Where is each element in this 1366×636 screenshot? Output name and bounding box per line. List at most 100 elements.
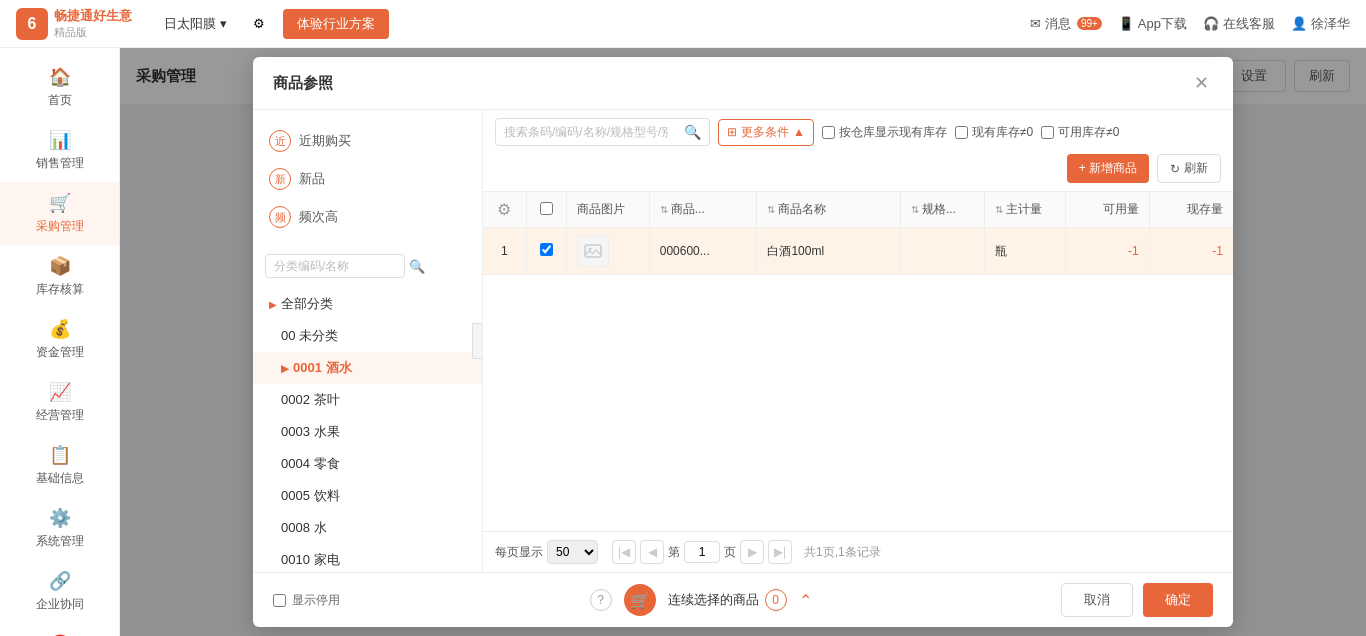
- chevron-down-icon: ▾: [220, 16, 227, 31]
- category-0010-label: 0010 家电: [281, 551, 340, 569]
- username-label: 徐泽华: [1311, 15, 1350, 33]
- sidebar-item-guide[interactable]: 🎯 新手引导: [0, 623, 119, 636]
- experience-btn[interactable]: 体验行业方案: [283, 9, 389, 39]
- modal-close-button[interactable]: ✕: [1189, 71, 1213, 95]
- last-page-btn[interactable]: ▶|: [768, 540, 792, 564]
- refresh-products-btn[interactable]: ↻ 刷新: [1157, 154, 1221, 183]
- by-warehouse-checkbox[interactable]: [822, 126, 835, 139]
- classify-search-input[interactable]: [265, 254, 405, 278]
- page-navigation: |◀ ◀ 第 页 ▶ ▶| 共1页,1条记录: [612, 540, 881, 564]
- category-0008-label: 0008 水: [281, 519, 327, 537]
- filter-icon: ⊞: [727, 125, 737, 139]
- cart-button[interactable]: 🛒: [624, 584, 656, 616]
- category-0001[interactable]: ▶ 0001 酒水: [253, 352, 482, 384]
- page-number-input[interactable]: [684, 541, 720, 563]
- category-0008[interactable]: 0008 水: [253, 512, 482, 544]
- sidebar-label-purchase: 采购管理: [36, 218, 84, 235]
- collapse-footer-btn[interactable]: ⌃: [799, 591, 812, 610]
- recent-buy-filter[interactable]: 近 近期购买: [253, 122, 482, 160]
- product-table: ⚙ 商品图片: [483, 192, 1233, 275]
- nav-selector-label: 日太阳膜: [164, 15, 216, 33]
- table-settings-icon[interactable]: ⚙: [497, 201, 511, 218]
- product-search-input[interactable]: [496, 120, 676, 144]
- th-stock-label: 现存量: [1187, 202, 1223, 216]
- category-0001-label: 0001 酒水: [293, 359, 352, 377]
- add-product-btn[interactable]: + 新增商品: [1067, 154, 1149, 183]
- logo-name: 畅捷通好生意: [54, 7, 132, 25]
- collapse-left-panel-btn[interactable]: 《: [472, 323, 483, 359]
- cell-checkbox[interactable]: [526, 228, 567, 275]
- sort-icon-code: ⇅: [660, 204, 668, 215]
- page-size-label: 每页显示: [495, 544, 543, 561]
- nav-selector[interactable]: 日太阳膜 ▾: [156, 11, 235, 37]
- messages-btn[interactable]: ✉ 消息 99+: [1030, 15, 1102, 33]
- category-0004[interactable]: 0004 零食: [253, 448, 482, 480]
- settings-icon[interactable]: ⚙: [247, 12, 271, 36]
- th-spec[interactable]: ⇅ 规格...: [900, 192, 984, 228]
- category-0002[interactable]: 0002 茶叶: [253, 384, 482, 416]
- th-settings[interactable]: ⚙: [483, 192, 526, 228]
- page-size-select[interactable]: 50 10 20 100: [547, 540, 598, 564]
- avatar-icon: 👤: [1291, 16, 1307, 31]
- sidebar-item-inventory[interactable]: 📦 库存核算: [0, 245, 119, 308]
- freq-high-filter[interactable]: 频 频次高: [253, 198, 482, 236]
- th-unit[interactable]: ⇅ 主计量: [984, 192, 1065, 228]
- first-page-btn[interactable]: |◀: [612, 540, 636, 564]
- sort-icon-unit: ⇅: [995, 204, 1003, 215]
- sidebar-label-inventory: 库存核算: [36, 281, 84, 298]
- top-nav: 6 畅捷通好生意 精品版 日太阳膜 ▾ ⚙ 体验行业方案 ✉ 消息 99+ 📱 …: [0, 0, 1366, 48]
- sidebar-item-purchase[interactable]: 🛒 采购管理: [0, 182, 119, 245]
- svg-rect-0: [585, 245, 601, 257]
- prev-page-btn[interactable]: ◀: [640, 540, 664, 564]
- svg-point-1: [589, 248, 592, 251]
- category-0005[interactable]: 0005 饮料: [253, 480, 482, 512]
- table-row[interactable]: 1: [483, 228, 1233, 275]
- sidebar-item-enterprise[interactable]: 🔗 企业协同: [0, 560, 119, 623]
- sidebar-item-system[interactable]: ⚙️ 系统管理: [0, 497, 119, 560]
- next-page-btn[interactable]: ▶: [740, 540, 764, 564]
- basic-info-icon: 📋: [49, 444, 71, 466]
- cell-no: 1: [483, 228, 526, 275]
- help-icon[interactable]: ?: [590, 589, 612, 611]
- sidebar-item-operations[interactable]: 📈 经营管理: [0, 371, 119, 434]
- nonzero-stock-checkbox[interactable]: [955, 126, 968, 139]
- filter-more-btn[interactable]: ⊞ 更多条件 ▲: [718, 119, 814, 146]
- app-download-btn[interactable]: 📱 App下载: [1118, 15, 1187, 33]
- message-icon: ✉: [1030, 16, 1041, 31]
- category-0010[interactable]: 0010 家电: [253, 544, 482, 572]
- sidebar-item-basic[interactable]: 📋 基础信息: [0, 434, 119, 497]
- filter-btn-label: 更多条件: [741, 124, 789, 141]
- category-all[interactable]: ▶ 全部分类: [253, 288, 482, 320]
- row-checkbox[interactable]: [540, 243, 553, 256]
- sidebar-item-sales[interactable]: 📊 销售管理: [0, 119, 119, 182]
- th-avail[interactable]: 可用量: [1065, 192, 1149, 228]
- show-disabled-area: 显示停用: [273, 592, 340, 609]
- category-0003[interactable]: 0003 水果: [253, 416, 482, 448]
- product-search-btn[interactable]: 🔍: [676, 119, 709, 145]
- enterprise-icon: 🔗: [49, 570, 71, 592]
- show-disabled-checkbox[interactable]: [273, 594, 286, 607]
- confirm-button[interactable]: 确定: [1143, 583, 1213, 617]
- online-service-btn[interactable]: 🎧 在线客服: [1203, 15, 1275, 33]
- sidebar-item-finance[interactable]: 💰 资金管理: [0, 308, 119, 371]
- sidebar-item-home[interactable]: 🏠 首页: [0, 56, 119, 119]
- classify-search-btn[interactable]: 🔍: [409, 259, 425, 274]
- th-stock[interactable]: 现存量: [1149, 192, 1233, 228]
- chevron-up-icon: ▲: [793, 125, 805, 139]
- sidebar-label-finance: 资金管理: [36, 344, 84, 361]
- refresh-label: 刷新: [1184, 160, 1208, 177]
- continuous-select-label: 连续选择的商品: [668, 591, 759, 609]
- th-code[interactable]: ⇅ 商品...: [649, 192, 757, 228]
- category-00[interactable]: 00 未分类: [253, 320, 482, 352]
- select-all-checkbox[interactable]: [540, 202, 553, 215]
- th-name-label: 商品名称: [778, 201, 826, 218]
- th-name[interactable]: ⇅ 商品名称: [757, 192, 901, 228]
- nonzero-avail-checkbox[interactable]: [1041, 126, 1054, 139]
- th-avail-label: 可用量: [1103, 202, 1139, 216]
- nonzero-avail-filter: 可用库存≠0: [1041, 124, 1119, 141]
- continuous-select-area: 连续选择的商品 0: [668, 589, 787, 611]
- user-btn[interactable]: 👤 徐泽华: [1291, 15, 1350, 33]
- cancel-button[interactable]: 取消: [1061, 583, 1133, 617]
- th-code-label: 商品...: [671, 201, 705, 218]
- new-item-filter[interactable]: 新 新品: [253, 160, 482, 198]
